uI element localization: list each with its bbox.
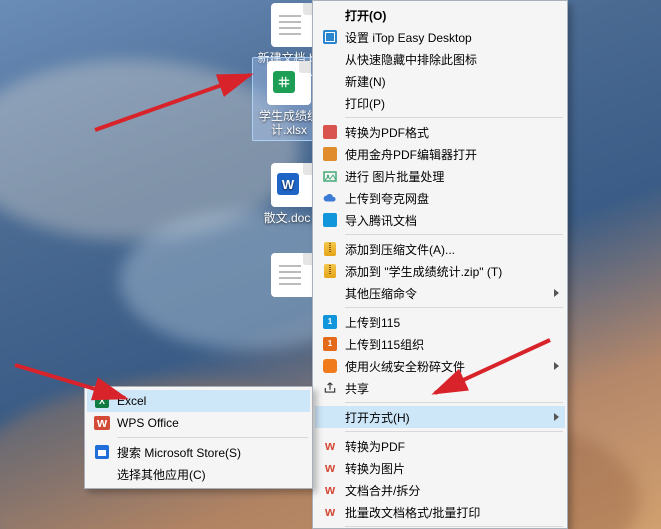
tencent-doc-icon [319,212,341,228]
text-file-icon [271,3,315,47]
115-icon: 1 [319,314,341,330]
annotation-arrow [90,60,270,143]
menu-itop[interactable]: 设置 iTop Easy Desktop [315,26,565,48]
menu-separator [345,234,563,235]
wps-icon: w [91,415,113,431]
wps-icon: w [319,460,341,476]
menu-wps-merge[interactable]: w 文档合并/拆分 [315,479,565,501]
chevron-right-icon [554,362,559,370]
menu-115[interactable]: 1 上传到115 [315,311,565,333]
docx-file-icon: W [271,163,315,207]
menu-separator [345,526,563,527]
wps-icon: w [319,504,341,520]
store-icon [91,444,113,460]
cloud-icon [319,190,341,206]
menu-open[interactable]: 打开(O) [315,4,565,26]
excel-icon: X [91,393,113,409]
chevron-right-icon [554,413,559,421]
zip-icon [319,263,341,279]
submenu-other-app[interactable]: 选择其他应用(C) [87,463,310,485]
menu-wps-img[interactable]: w 转换为图片 [315,457,565,479]
xlsx-file-icon [267,61,311,105]
blank-icon [319,7,341,23]
menu-jinzhou-pdf[interactable]: 使用金舟PDF编辑器打开 [315,143,565,165]
menu-add-zip-named[interactable]: 添加到 "学生成绩统计.zip" (T) [315,260,565,282]
115-org-icon: 1 [319,336,341,352]
chevron-right-icon [554,289,559,297]
submenu-excel[interactable]: X Excel [87,390,310,412]
menu-batch-image[interactable]: 进行 图片批量处理 [315,165,565,187]
menu-wps-pdf[interactable]: w 转换为PDF [315,435,565,457]
menu-wps-batch[interactable]: w 批量改文档格式/批量打印 [315,501,565,523]
submenu-wps[interactable]: w WPS Office [87,412,310,434]
fire-icon [319,358,341,374]
menu-share[interactable]: 共享 [315,377,565,399]
menu-to-pdf[interactable]: 转换为PDF格式 [315,121,565,143]
context-menu: 打开(O) 设置 iTop Easy Desktop 从快速隐藏中排除此图标 新… [312,0,568,529]
menu-open-with[interactable]: 打开方式(H) [315,406,565,428]
menu-quark[interactable]: 上传到夸克网盘 [315,187,565,209]
menu-new[interactable]: 新建(N) [315,70,565,92]
menu-exclude[interactable]: 从快速隐藏中排除此图标 [315,48,565,70]
menu-separator [345,117,563,118]
menu-tencent-doc[interactable]: 导入腾讯文档 [315,209,565,231]
menu-115-org[interactable]: 1 上传到115组织 [315,333,565,355]
menu-other-zip[interactable]: 其他压缩命令 [315,282,565,304]
menu-separator [345,402,563,403]
text-file-icon [271,253,315,297]
image-batch-icon [319,168,341,184]
menu-separator [345,307,563,308]
menu-huorong[interactable]: 使用火绒安全粉碎文件 [315,355,565,377]
submenu-store[interactable]: 搜索 Microsoft Store(S) [87,441,310,463]
menu-add-zip[interactable]: 添加到压缩文件(A)... [315,238,565,260]
menu-print[interactable]: 打印(P) [315,92,565,114]
itop-icon [319,29,341,45]
menu-separator [117,437,308,438]
share-icon [319,380,341,396]
wps-icon: w [319,482,341,498]
open-with-submenu: X Excel w WPS Office 搜索 Microsoft Store(… [84,386,313,489]
menu-separator [345,431,563,432]
wps-icon: w [319,438,341,454]
pdf-icon [319,124,341,140]
pdf-editor-icon [319,146,341,162]
zip-icon [319,241,341,257]
